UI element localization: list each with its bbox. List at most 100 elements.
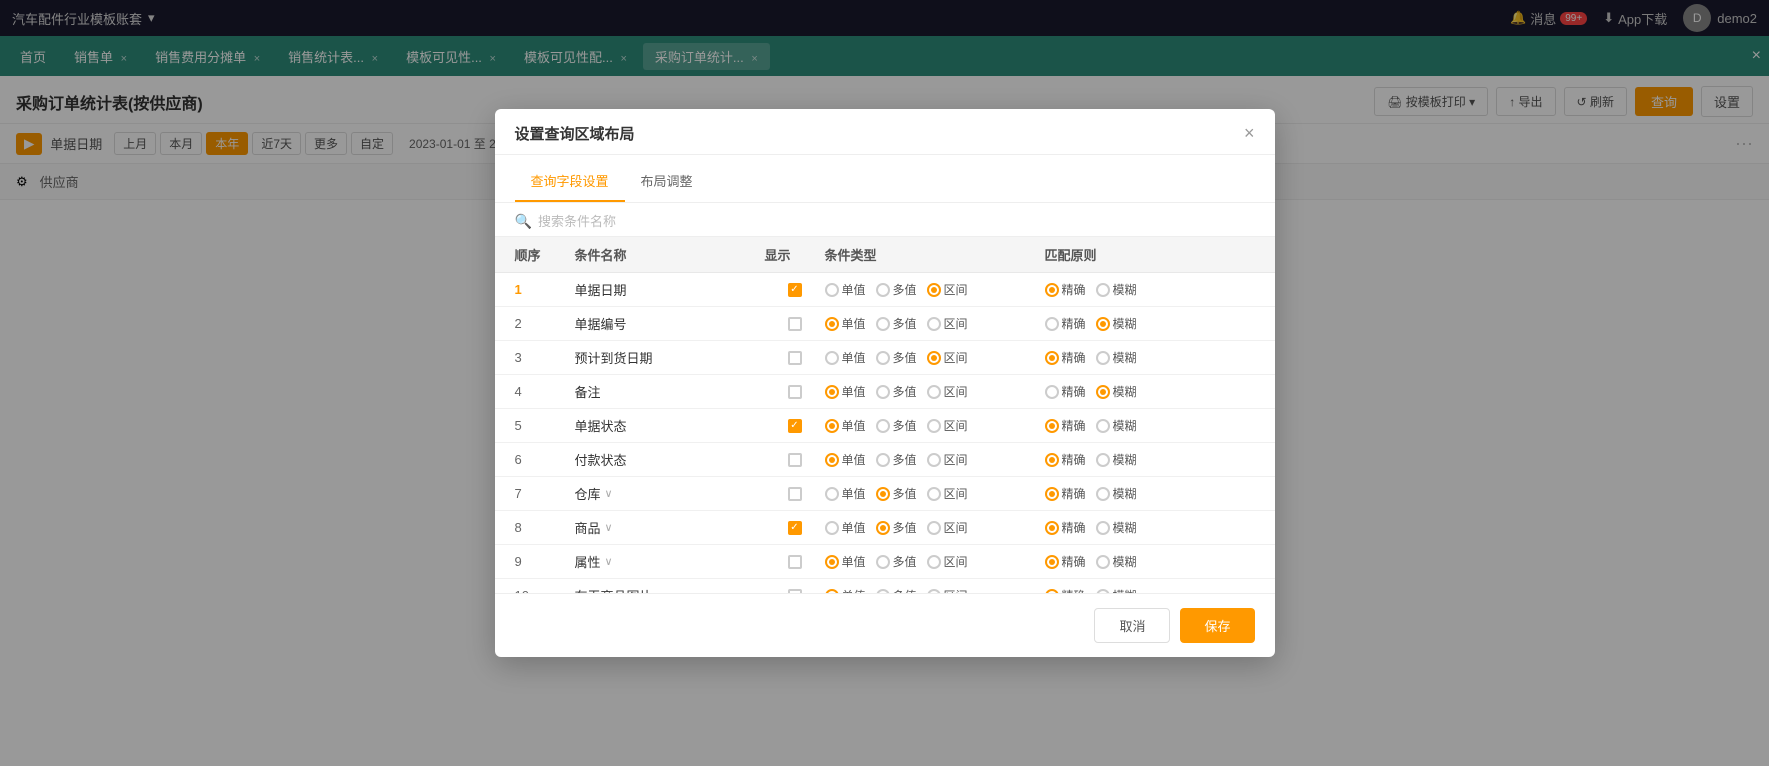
radio-btn[interactable]	[876, 555, 890, 569]
checkbox[interactable]	[788, 283, 802, 297]
type-radio-item[interactable]: 区间	[927, 485, 968, 502]
radio-btn[interactable]	[1096, 351, 1110, 365]
radio-btn[interactable]	[1045, 453, 1059, 467]
match-radio-item[interactable]: 模糊	[1096, 519, 1137, 536]
checkbox[interactable]	[788, 453, 802, 467]
type-radio-item[interactable]: 区间	[927, 315, 968, 332]
radio-btn[interactable]	[1045, 419, 1059, 433]
radio-btn[interactable]	[825, 317, 839, 331]
radio-btn[interactable]	[1045, 487, 1059, 501]
radio-btn[interactable]	[1045, 385, 1059, 399]
display-checkbox[interactable]	[765, 521, 825, 535]
radio-btn[interactable]	[927, 521, 941, 535]
type-radio-item[interactable]: 单值	[825, 417, 866, 434]
display-checkbox[interactable]	[765, 419, 825, 433]
tab-query-fields[interactable]: 查询字段设置	[515, 165, 625, 202]
dialog-close-btn[interactable]: ×	[1244, 123, 1255, 144]
chevron-down-icon[interactable]: ∨	[605, 521, 613, 534]
match-radio-item[interactable]: 精确	[1045, 519, 1086, 536]
type-radio-item[interactable]: 单值	[825, 519, 866, 536]
radio-btn[interactable]	[876, 487, 890, 501]
radio-btn[interactable]	[1045, 521, 1059, 535]
type-radio-item[interactable]: 多值	[876, 417, 917, 434]
match-radio-item[interactable]: 模糊	[1096, 315, 1137, 332]
radio-btn[interactable]	[876, 453, 890, 467]
type-radio-item[interactable]: 单值	[825, 451, 866, 468]
type-radio-item[interactable]: 区间	[927, 281, 968, 298]
match-radio-item[interactable]: 模糊	[1096, 383, 1137, 400]
type-radio-item[interactable]: 区间	[927, 519, 968, 536]
radio-btn[interactable]	[876, 317, 890, 331]
match-radio-item[interactable]: 模糊	[1096, 349, 1137, 366]
tab-layout[interactable]: 布局调整	[625, 165, 709, 202]
type-radio-item[interactable]: 单值	[825, 349, 866, 366]
radio-btn[interactable]	[927, 419, 941, 433]
save-button[interactable]: 保存	[1180, 608, 1254, 643]
match-radio-item[interactable]: 精确	[1045, 281, 1086, 298]
radio-btn[interactable]	[1045, 317, 1059, 331]
type-radio-item[interactable]: 区间	[927, 349, 968, 366]
type-radio-item[interactable]: 多值	[876, 315, 917, 332]
match-radio-item[interactable]: 模糊	[1096, 281, 1137, 298]
display-checkbox[interactable]	[765, 453, 825, 467]
checkbox[interactable]	[788, 419, 802, 433]
match-radio-item[interactable]: 模糊	[1096, 485, 1137, 502]
type-radio-item[interactable]: 单值	[825, 281, 866, 298]
radio-btn[interactable]	[927, 283, 941, 297]
checkbox[interactable]	[788, 351, 802, 365]
radio-btn[interactable]	[825, 521, 839, 535]
radio-btn[interactable]	[876, 283, 890, 297]
radio-btn[interactable]	[927, 487, 941, 501]
chevron-down-icon[interactable]: ∨	[605, 487, 613, 500]
radio-btn[interactable]	[927, 317, 941, 331]
match-radio-item[interactable]: 模糊	[1096, 553, 1137, 570]
match-radio-item[interactable]: 精确	[1045, 451, 1086, 468]
radio-btn[interactable]	[1096, 487, 1110, 501]
match-radio-item[interactable]: 精确	[1045, 417, 1086, 434]
radio-btn[interactable]	[1096, 283, 1110, 297]
type-radio-item[interactable]: 区间	[927, 417, 968, 434]
radio-btn[interactable]	[876, 521, 890, 535]
checkbox[interactable]	[788, 521, 802, 535]
radio-btn[interactable]	[876, 351, 890, 365]
type-radio-item[interactable]: 区间	[927, 553, 968, 570]
type-radio-item[interactable]: 单值	[825, 553, 866, 570]
radio-btn[interactable]	[1096, 555, 1110, 569]
radio-btn[interactable]	[1096, 521, 1110, 535]
type-radio-item[interactable]: 多值	[876, 383, 917, 400]
display-checkbox[interactable]	[765, 317, 825, 331]
radio-btn[interactable]	[1096, 453, 1110, 467]
radio-btn[interactable]	[927, 555, 941, 569]
type-radio-item[interactable]: 多值	[876, 349, 917, 366]
type-radio-item[interactable]: 多值	[876, 451, 917, 468]
radio-btn[interactable]	[1045, 283, 1059, 297]
type-radio-item[interactable]: 区间	[927, 451, 968, 468]
radio-btn[interactable]	[825, 555, 839, 569]
radio-btn[interactable]	[825, 419, 839, 433]
radio-btn[interactable]	[1096, 385, 1110, 399]
radio-btn[interactable]	[927, 385, 941, 399]
match-radio-item[interactable]: 模糊	[1096, 451, 1137, 468]
type-radio-item[interactable]: 多值	[876, 485, 917, 502]
match-radio-item[interactable]: 精确	[1045, 349, 1086, 366]
type-radio-item[interactable]: 多值	[876, 281, 917, 298]
radio-btn[interactable]	[927, 351, 941, 365]
radio-btn[interactable]	[876, 385, 890, 399]
radio-btn[interactable]	[825, 351, 839, 365]
display-checkbox[interactable]	[765, 555, 825, 569]
display-checkbox[interactable]	[765, 385, 825, 399]
radio-btn[interactable]	[876, 419, 890, 433]
display-checkbox[interactable]	[765, 351, 825, 365]
search-input[interactable]	[538, 214, 738, 229]
radio-btn[interactable]	[825, 487, 839, 501]
radio-btn[interactable]	[825, 385, 839, 399]
checkbox[interactable]	[788, 317, 802, 331]
radio-btn[interactable]	[927, 453, 941, 467]
chevron-down-icon[interactable]: ∨	[605, 555, 613, 568]
checkbox[interactable]	[788, 487, 802, 501]
match-radio-item[interactable]: 精确	[1045, 553, 1086, 570]
type-radio-item[interactable]: 单值	[825, 383, 866, 400]
display-checkbox[interactable]	[765, 487, 825, 501]
match-radio-item[interactable]: 精确	[1045, 485, 1086, 502]
match-radio-item[interactable]: 精确	[1045, 383, 1086, 400]
